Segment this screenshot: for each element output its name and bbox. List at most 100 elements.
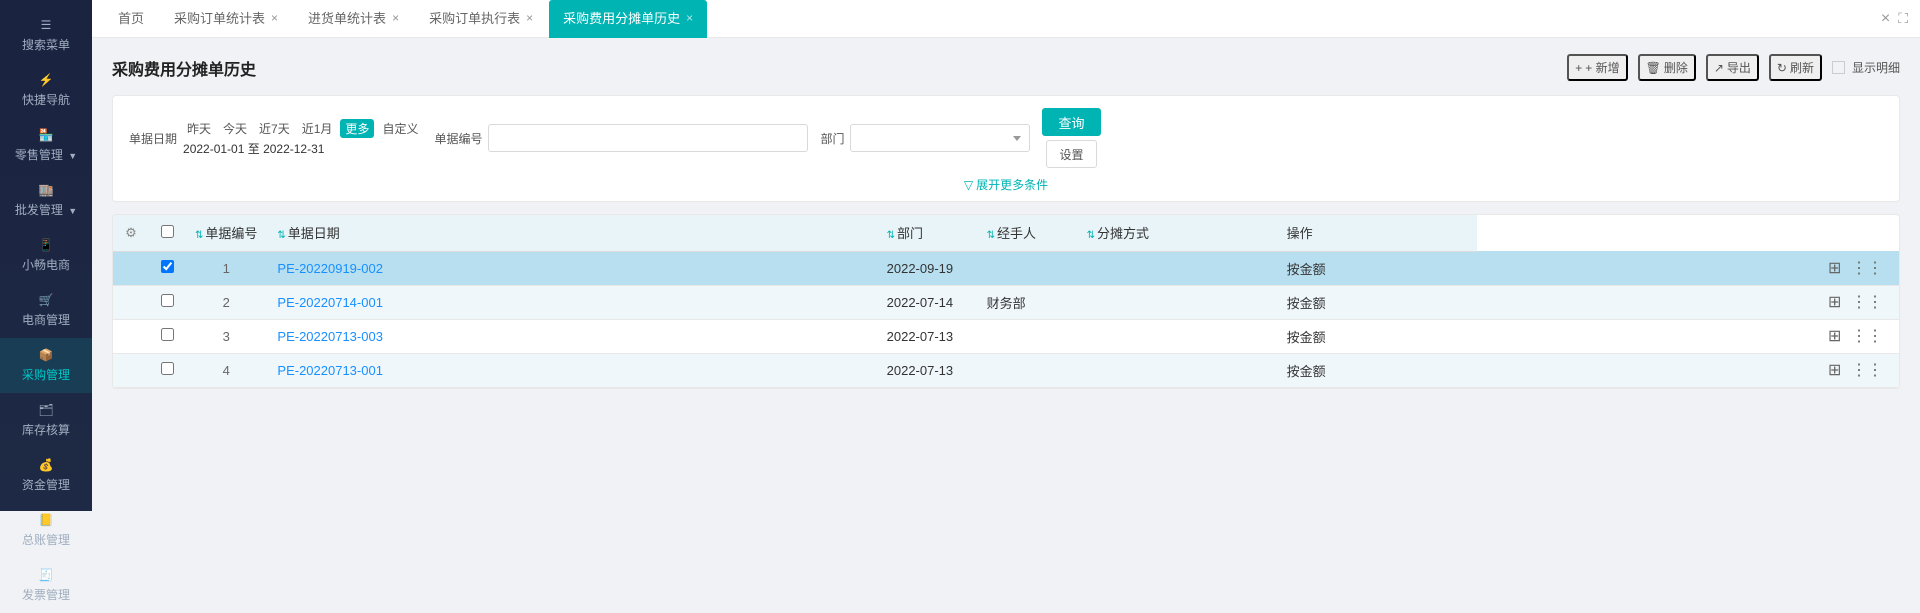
more-ops-icon[interactable]: ⋮⋮: [1851, 294, 1883, 311]
row-settings-icon[interactable]: [113, 353, 149, 387]
th-split-method: ⇅分摊方式: [1077, 215, 1277, 251]
shortcut-1month[interactable]: 近1月: [298, 119, 337, 138]
row-checkbox[interactable]: [161, 328, 174, 341]
tab-close-icon[interactable]: ×: [271, 11, 278, 25]
table-row: 1 PE-20220919-002 2022-09-19 按金额 ⊞ ⋮⋮: [113, 251, 1899, 285]
row-dept: [977, 353, 1077, 387]
row-doc-no[interactable]: PE-20220919-002: [267, 251, 876, 285]
row-num: 3: [185, 319, 267, 353]
add-icon: +: [1575, 61, 1582, 75]
row-doc-no[interactable]: PE-20220713-001: [267, 353, 876, 387]
sidebar-item-label: 小畅电商: [22, 256, 70, 273]
view-icon[interactable]: ⊞: [1828, 294, 1841, 311]
row-doc-no[interactable]: PE-20220714-001: [267, 285, 876, 319]
tab-purchase-exec[interactable]: 采购订单执行表 ×: [415, 0, 547, 38]
row-checkbox-cell[interactable]: [149, 251, 185, 285]
row-checkbox-cell[interactable]: [149, 285, 185, 319]
close-all-tabs-icon[interactable]: ×: [1881, 10, 1890, 28]
ledger-icon: 📒: [39, 513, 54, 527]
row-dept: [977, 319, 1077, 353]
table-checkbox-header[interactable]: [149, 215, 185, 251]
invoice-icon: 🧾: [39, 568, 54, 582]
shortcut-icon: ⚡: [39, 73, 54, 87]
shortcut-custom[interactable]: 自定义: [378, 119, 422, 138]
retail-icon: 🏪: [39, 128, 54, 142]
maximize-icon[interactable]: ⛶: [1898, 10, 1908, 27]
row-settings-icon[interactable]: [113, 285, 149, 319]
tab-inbound-stats[interactable]: 进货单统计表 ×: [294, 0, 413, 38]
sidebar-item-ledger[interactable]: 📒 总账管理: [0, 503, 92, 558]
ecom-icon: 🛒: [39, 293, 54, 307]
dept-select[interactable]: 财务部: [850, 124, 1030, 152]
row-checkbox[interactable]: [161, 362, 174, 375]
more-ops-icon[interactable]: ⋮⋮: [1851, 260, 1883, 277]
row-checkbox-cell[interactable]: [149, 353, 185, 387]
select-all-checkbox[interactable]: [161, 225, 174, 238]
tab-purchase-order-stats[interactable]: 采购订单统计表 ×: [160, 0, 292, 38]
row-handler: [1077, 319, 1277, 353]
tab-home[interactable]: 首页: [104, 0, 158, 38]
date-shortcuts-container: 昨天 今天 近7天 近1月 更多 自定义 2022-01-01 至 2022-1…: [183, 119, 422, 157]
row-handler: [1077, 251, 1277, 285]
th-handler: ⇅经手人: [977, 215, 1077, 251]
row-checkbox[interactable]: [161, 294, 174, 307]
table-settings-header[interactable]: ⚙: [113, 215, 149, 251]
sidebar-item-shortcut[interactable]: ⚡ 快捷导航: [0, 63, 92, 118]
doc-no-link[interactable]: PE-20220919-002: [277, 261, 383, 276]
view-icon[interactable]: ⊞: [1828, 362, 1841, 379]
doc-no-link[interactable]: PE-20220713-001: [277, 363, 383, 378]
sidebar: ☰ 搜索菜单 ⚡ 快捷导航 🏪 零售管理 ▼ 🏬 批发管理 ▼ 📱 小畅电商 🛒…: [0, 0, 92, 511]
sidebar-item-retail[interactable]: 🏪 零售管理 ▼: [0, 118, 92, 173]
sidebar-item-wholesale[interactable]: 🏬 批发管理 ▼: [0, 173, 92, 228]
show-col-checkbox[interactable]: [1832, 61, 1845, 74]
sidebar-item-inventory[interactable]: 🗂 库存核算: [0, 393, 92, 448]
add-button[interactable]: + + 新增: [1567, 54, 1627, 81]
doc-no-label: 单据编号: [434, 130, 482, 147]
tab-close-icon[interactable]: ×: [526, 11, 533, 25]
shortcut-yesterday[interactable]: 昨天: [183, 119, 215, 138]
tab-close-icon[interactable]: ×: [392, 11, 399, 25]
table-row: 3 PE-20220713-003 2022-07-13 按金额 ⊞ ⋮⋮: [113, 319, 1899, 353]
expand-button[interactable]: ▽ 展开更多条件: [964, 176, 1048, 193]
sidebar-item-invoice[interactable]: 🧾 发票管理: [0, 558, 92, 613]
show-col-toggle[interactable]: 显示明细: [1832, 59, 1900, 76]
tab-purchase-cost-history[interactable]: 采购费用分摊单历史 ×: [549, 0, 707, 38]
delete-label: 删除: [1664, 59, 1688, 76]
shortcut-today[interactable]: 今天: [219, 119, 251, 138]
sidebar-item-purchase[interactable]: 📦 采购管理: [0, 338, 92, 393]
sidebar-item-ecom[interactable]: 🛒 电商管理: [0, 283, 92, 338]
row-dept: [977, 251, 1077, 285]
sidebar-item-finance[interactable]: 💰 资金管理: [0, 448, 92, 503]
query-button[interactable]: 查询: [1042, 108, 1100, 136]
shortcut-7days[interactable]: 近7天: [255, 119, 294, 138]
doc-no-link[interactable]: PE-20220713-003: [277, 329, 383, 344]
more-ops-icon[interactable]: ⋮⋮: [1851, 328, 1883, 345]
doc-no-input[interactable]: [488, 124, 808, 152]
delete-button[interactable]: 🗑 删除: [1638, 54, 1696, 81]
export-button[interactable]: ↗ 导出: [1706, 54, 1759, 81]
view-icon[interactable]: ⊞: [1828, 328, 1841, 345]
export-icon: ↗: [1714, 61, 1724, 75]
tab-close-icon[interactable]: ×: [686, 11, 693, 25]
refresh-button[interactable]: ↻ 刷新: [1769, 54, 1822, 81]
row-split-method: 按金额: [1277, 251, 1477, 285]
doc-no-link[interactable]: PE-20220714-001: [277, 295, 383, 310]
row-split-method: 按金额: [1277, 353, 1477, 387]
row-checkbox-cell[interactable]: [149, 319, 185, 353]
row-settings-icon[interactable]: [113, 319, 149, 353]
row-doc-date: 2022-07-13: [877, 353, 977, 387]
more-ops-icon[interactable]: ⋮⋮: [1851, 362, 1883, 379]
row-checkbox[interactable]: [161, 260, 174, 273]
row-ops: ⊞ ⋮⋮: [1477, 353, 1899, 387]
ecom-small-icon: 📱: [39, 238, 54, 252]
data-table: ⚙ ⇅单据编号 ⇅单据日期 ⇅部门 ⇅经手人 ⇅分摊方式 操作: [113, 215, 1899, 388]
export-label: 导出: [1727, 59, 1751, 76]
sidebar-item-search[interactable]: ☰ 搜索菜单: [0, 8, 92, 63]
row-settings-icon[interactable]: [113, 251, 149, 285]
search-area: 单据日期 昨天 今天 近7天 近1月 更多 自定义 2022-01-01 至 2…: [112, 95, 1900, 202]
sidebar-item-ecom-small[interactable]: 📱 小畅电商: [0, 228, 92, 283]
setting-button[interactable]: 设置: [1046, 140, 1096, 168]
view-icon[interactable]: ⊞: [1828, 260, 1841, 277]
shortcut-more[interactable]: 更多: [340, 119, 374, 138]
row-doc-no[interactable]: PE-20220713-003: [267, 319, 876, 353]
